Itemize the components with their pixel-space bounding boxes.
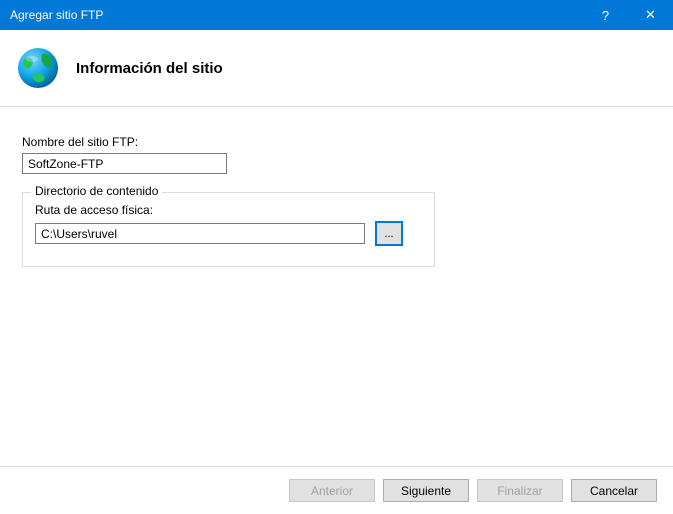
browse-button[interactable]: ...: [375, 221, 403, 246]
page-title: Información del sitio: [76, 60, 223, 77]
help-button[interactable]: ?: [583, 0, 628, 30]
physical-path-input[interactable]: [35, 223, 365, 244]
window-titlebar: Agregar sitio FTP ? ✕: [0, 0, 673, 30]
cancel-button[interactable]: Cancelar: [571, 479, 657, 502]
content-directory-groupbox: Directorio de contenido Ruta de acceso f…: [22, 192, 435, 267]
window-title: Agregar sitio FTP: [10, 8, 583, 22]
wizard-content: Nombre del sitio FTP: Directorio de cont…: [0, 107, 673, 277]
previous-button: Anterior: [289, 479, 375, 502]
close-button[interactable]: ✕: [628, 0, 673, 30]
titlebar-controls: ? ✕: [583, 0, 673, 30]
physical-path-label: Ruta de acceso física:: [35, 203, 422, 217]
site-name-input[interactable]: [22, 153, 227, 174]
next-button[interactable]: Siguiente: [383, 479, 469, 502]
finish-button: Finalizar: [477, 479, 563, 502]
wizard-header: Información del sitio: [0, 30, 673, 107]
path-row: ...: [35, 221, 422, 246]
groupbox-legend: Directorio de contenido: [31, 184, 162, 198]
site-name-label: Nombre del sitio FTP:: [22, 135, 651, 149]
globe-icon: [14, 44, 62, 92]
wizard-footer: Anterior Siguiente Finalizar Cancelar: [0, 466, 673, 514]
